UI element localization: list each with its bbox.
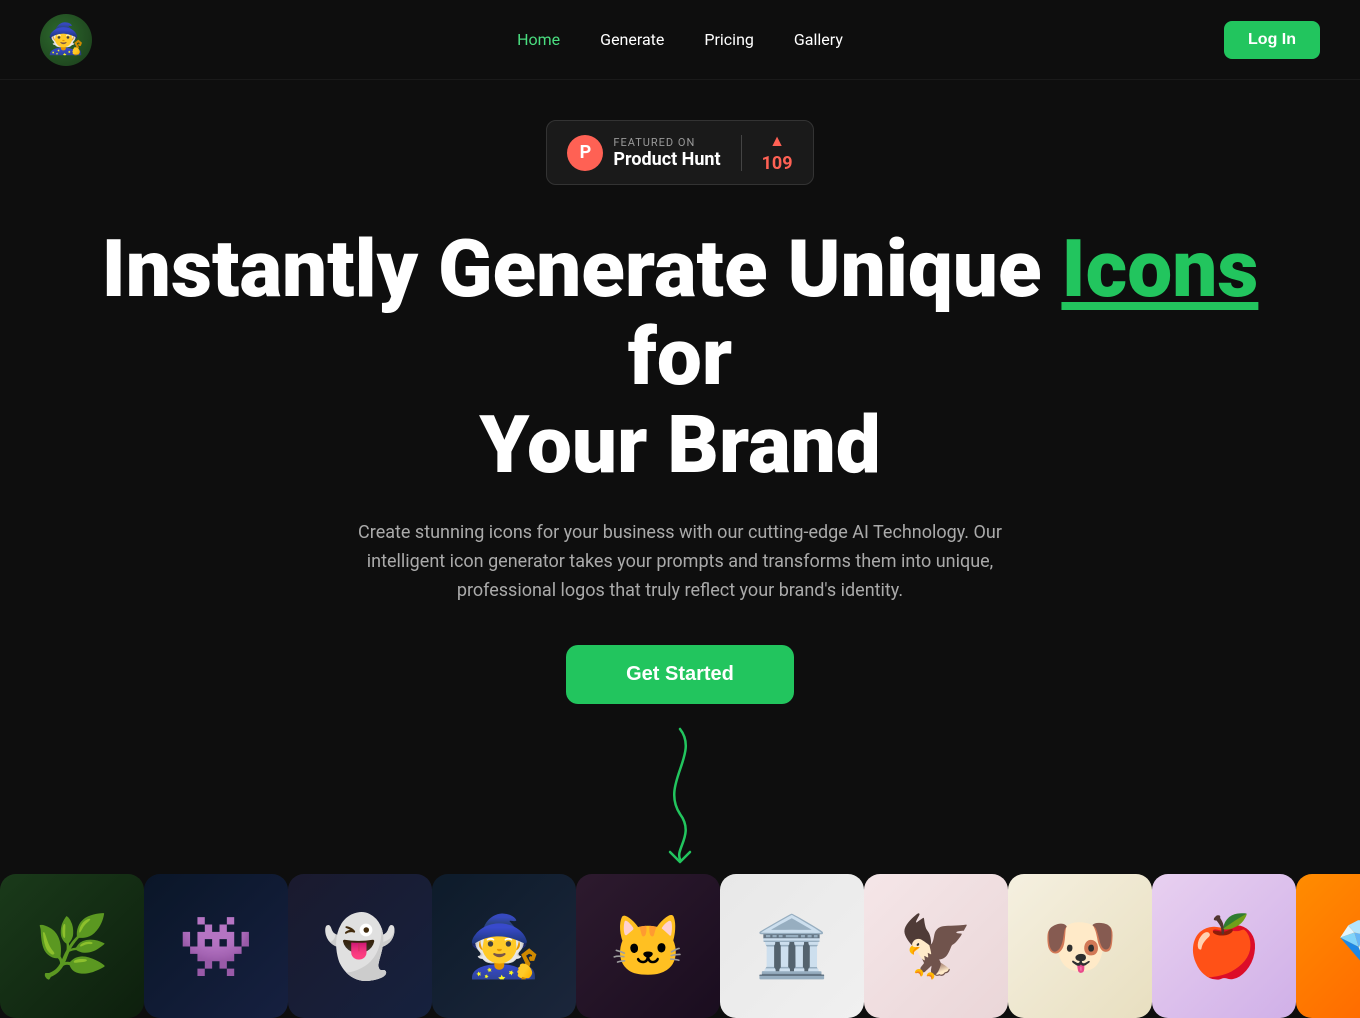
ph-text-block: FEATURED ON Product Hunt [613,136,720,170]
ph-featured-label: FEATURED ON [613,136,695,149]
navbar: 🧙 Home Generate Pricing Gallery Log In [0,0,1360,80]
login-button[interactable]: Log In [1224,21,1320,59]
gallery-icon-5: 🏛️ [720,874,864,1018]
ph-product-name: Product Hunt [613,149,720,170]
hero-section: P FEATURED ON Product Hunt ▲ 109 Instant… [0,80,1360,874]
gallery-item[interactable]: 🐶 [1008,874,1152,1018]
nav-item-home[interactable]: Home [517,30,560,49]
ph-logo-letter: P [580,142,592,163]
gallery-item[interactable]: 🦅 [864,874,1008,1018]
nav-item-gallery[interactable]: Gallery [794,30,843,49]
product-hunt-badge[interactable]: P FEATURED ON Product Hunt ▲ 109 [546,120,813,185]
curly-arrow-container [650,724,710,864]
hero-title-part2: forYour Brand [479,310,880,492]
gallery-item[interactable]: 🌿 [0,874,144,1018]
ph-count-section: ▲ 109 [762,131,793,174]
gallery-icon-6: 🦅 [864,874,1008,1018]
hero-title-highlight: Icons [1061,222,1258,316]
gallery-item[interactable]: 💎 [1296,874,1360,1018]
product-hunt-logo: P [567,135,603,171]
gallery-item[interactable]: 👾 [144,874,288,1018]
gallery-icon-3: 🧙 [432,874,576,1018]
hero-subtitle: Create stunning icons for your business … [320,519,1040,605]
curly-arrow-icon [650,724,710,864]
nav-item-generate[interactable]: Generate [600,30,664,49]
ph-vote-count: 109 [762,153,793,174]
logo-icon: 🧙 [40,14,92,66]
get-started-button[interactable]: Get Started [566,645,794,704]
gallery-item[interactable]: 🧙 [432,874,576,1018]
gallery-item[interactable]: 👻 [288,874,432,1018]
gallery-item[interactable]: 🏛️ [720,874,864,1018]
ph-upvote-icon: ▲ [769,131,785,151]
gallery-icon-8: 🍎 [1152,874,1296,1018]
logo[interactable]: 🧙 [40,14,92,66]
nav-links: Home Generate Pricing Gallery [517,30,843,49]
gallery-strip: 🌿 👾 👻 🧙 🐱 🏛️ 🦅 🐶 🍎 💎 [0,874,1360,1018]
gallery-icon-7: 🐶 [1008,874,1152,1018]
gallery-icon-9: 💎 [1296,874,1360,1018]
hero-title-part1: Instantly Generate Unique [102,222,1062,316]
nav-link-generate[interactable]: Generate [600,30,664,49]
ph-divider [741,135,742,171]
gallery-icon-1: 👾 [144,874,288,1018]
gallery-item[interactable]: 🍎 [1152,874,1296,1018]
gallery-icon-2: 👻 [288,874,432,1018]
gallery-item[interactable]: 🐱 [576,874,720,1018]
gallery-icon-4: 🐱 [576,874,720,1018]
gallery-icon-0: 🌿 [0,874,144,1018]
nav-item-pricing[interactable]: Pricing [704,30,754,49]
nav-link-gallery[interactable]: Gallery [794,30,843,49]
nav-link-home[interactable]: Home [517,30,560,49]
nav-link-pricing[interactable]: Pricing [704,30,754,49]
hero-title: Instantly Generate Unique Icons forYour … [80,225,1280,489]
